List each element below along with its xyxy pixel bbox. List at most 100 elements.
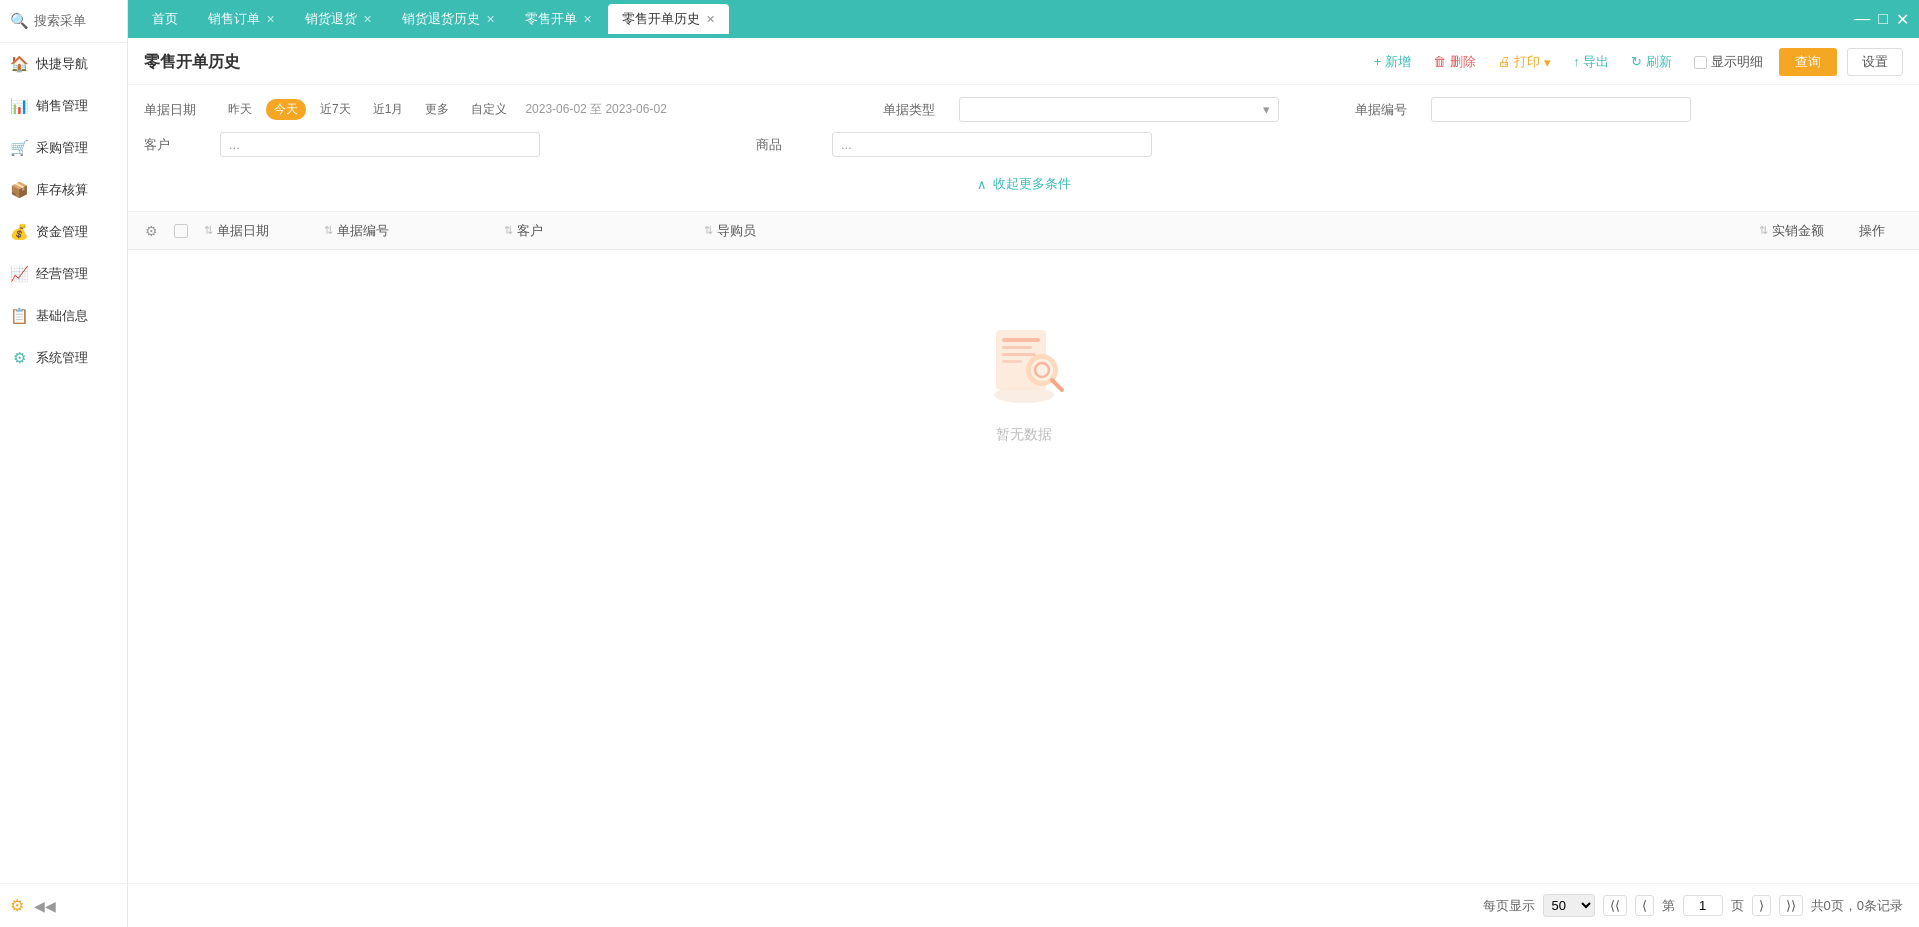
goods-input[interactable]: ...: [832, 132, 1152, 157]
tab-sales-return-history[interactable]: 销货退货历史 ✕: [388, 4, 509, 34]
th-amount[interactable]: ⇅ 实销金额: [1751, 222, 1851, 240]
page-suffix: 页: [1731, 897, 1744, 915]
pagination: 每页显示 50 10 20 100 ⟨⟨ ⟨ 第 1 页 ⟩ ⟩⟩ 共0页，0条…: [128, 883, 1919, 927]
customer-placeholder: ...: [229, 137, 240, 152]
sidebar-item-sys-mgmt[interactable]: ⚙ 系统管理: [0, 337, 127, 379]
search-menu-item[interactable]: 🔍 搜索采单: [0, 0, 127, 43]
close-button[interactable]: ✕: [1896, 10, 1909, 29]
tab-sales-return[interactable]: 销货退货 ✕: [291, 4, 386, 34]
column-settings-icon[interactable]: ⚙: [136, 223, 166, 239]
date-more[interactable]: 更多: [417, 99, 457, 120]
tab-sales-order-label: 销售订单: [208, 10, 260, 28]
collapse-up-icon: ∧: [977, 177, 987, 192]
date-yesterday[interactable]: 昨天: [220, 99, 260, 120]
page-title: 零售开单历史: [144, 52, 240, 73]
sidebar-item-purchase-mgmt[interactable]: 🛒 采购管理: [0, 127, 127, 169]
finance-icon: 💰: [10, 223, 28, 241]
doc-type-select[interactable]: ▾: [959, 97, 1279, 122]
show-detail-checkbox[interactable]: [1694, 56, 1707, 69]
svg-rect-4: [1002, 353, 1036, 356]
date-last7[interactable]: 近7天: [312, 99, 359, 120]
page-label: 第: [1662, 897, 1675, 915]
window-controls: — □ ✕: [1854, 10, 1909, 29]
print-label: 🖨 打印: [1498, 53, 1541, 71]
tab-retail-open[interactable]: 零售开单 ✕: [511, 4, 606, 34]
svg-line-8: [1052, 380, 1062, 390]
next-page-button[interactable]: ⟩: [1752, 895, 1771, 916]
empty-icon: [974, 310, 1074, 410]
collapse-sidebar-icon[interactable]: ◀◀: [34, 898, 56, 914]
tab-sales-order-close-icon[interactable]: ✕: [266, 13, 275, 26]
sidebar-item-label: 采购管理: [36, 139, 88, 157]
tab-home[interactable]: 首页: [138, 4, 192, 34]
th-num[interactable]: ⇅ 单据编号: [316, 222, 496, 240]
show-detail-button[interactable]: 显示明细: [1688, 49, 1769, 75]
print-arrow-icon: ▾: [1544, 55, 1551, 70]
delete-button[interactable]: 🗑 删除: [1427, 49, 1482, 75]
settings-gear-icon[interactable]: ⚙: [10, 896, 24, 915]
add-button[interactable]: + 新增: [1368, 49, 1417, 75]
tabs-bar: 首页 销售订单 ✕ 销货退货 ✕ 销货退货历史 ✕ 零售开单 ✕ 零售开单历史 …: [128, 0, 1919, 38]
sidebar-item-label: 基础信息: [36, 307, 88, 325]
th-guide-label: 导购员: [717, 222, 756, 240]
search-icon: 🔍: [10, 12, 28, 30]
th-customer[interactable]: ⇅ 客户: [496, 222, 696, 240]
tab-sales-return-close-icon[interactable]: ✕: [363, 13, 372, 26]
tab-retail-history[interactable]: 零售开单历史 ✕: [608, 4, 729, 34]
collapse-button[interactable]: ∧ 收起更多条件: [977, 171, 1071, 197]
query-button[interactable]: 查询: [1779, 48, 1837, 76]
tab-sales-order[interactable]: 销售订单 ✕: [194, 4, 289, 34]
refresh-button[interactable]: ↻ 刷新: [1625, 49, 1678, 75]
sidebar-item-operation[interactable]: 📈 经营管理: [0, 253, 127, 295]
sidebar-item-label: 销售管理: [36, 97, 88, 115]
tab-retail-open-label: 零售开单: [525, 10, 577, 28]
export-button[interactable]: ↑ 导出: [1567, 49, 1615, 75]
select-all-cb[interactable]: [174, 224, 188, 238]
select-all-checkbox[interactable]: [166, 224, 196, 238]
tab-sales-return-label: 销货退货: [305, 10, 357, 28]
sidebar-item-inventory[interactable]: 📦 库存核算: [0, 169, 127, 211]
sidebar-item-label: 库存核算: [36, 181, 88, 199]
table-header: ⚙ ⇅ 单据日期 ⇅ 单据编号 ⇅ 客户 ⇅ 导购员: [128, 212, 1919, 250]
empty-text: 暂无数据: [996, 426, 1052, 444]
sidebar-item-quick-nav[interactable]: 🏠 快捷导航: [0, 43, 127, 85]
customer-input[interactable]: ...: [220, 132, 540, 157]
print-button[interactable]: 🖨 打印 ▾: [1492, 49, 1558, 75]
setting-button[interactable]: 设置: [1847, 48, 1903, 76]
tab-sales-return-history-close-icon[interactable]: ✕: [486, 13, 495, 26]
th-guide[interactable]: ⇅ 导购员: [696, 222, 816, 240]
th-op: 操作: [1851, 222, 1911, 240]
tab-retail-open-close-icon[interactable]: ✕: [583, 13, 592, 26]
date-last1m[interactable]: 近1月: [365, 99, 412, 120]
doc-num-label: 单据编号: [1355, 101, 1415, 119]
toolbar: + 新增 🗑 删除 🖨 打印 ▾ ↑ 导出 ↻ 刷新 显示明细 查询 设置: [1368, 48, 1903, 76]
tab-sales-return-history-label: 销货退货历史: [402, 10, 480, 28]
maximize-button[interactable]: □: [1878, 10, 1888, 28]
date-range-display: 2023-06-02 至 2023-06-02: [525, 101, 666, 118]
th-date-label: 单据日期: [217, 222, 269, 240]
tab-retail-history-close-icon[interactable]: ✕: [706, 13, 715, 26]
prev-page-button[interactable]: ⟨: [1635, 895, 1654, 916]
search-label: 搜索采单: [34, 12, 86, 30]
date-custom[interactable]: 自定义: [463, 99, 515, 120]
page-number-input[interactable]: 1: [1683, 895, 1723, 916]
minimize-button[interactable]: —: [1854, 10, 1870, 28]
doc-type-arrow-icon: ▾: [1263, 102, 1270, 117]
svg-rect-5: [1002, 360, 1022, 363]
date-pills: 昨天 今天 近7天 近1月 更多 自定义 2023-06-02 至 2023-0…: [220, 99, 667, 120]
sidebar-item-basic-info[interactable]: 📋 基础信息: [0, 295, 127, 337]
last-page-button[interactable]: ⟩⟩: [1779, 895, 1803, 916]
goods-label: 商品: [756, 136, 816, 154]
th-date-sort-icon: ⇅: [204, 224, 213, 237]
sidebar-item-sales-mgmt[interactable]: 📊 销售管理: [0, 85, 127, 127]
sidebar-item-label: 系统管理: [36, 349, 88, 367]
sidebar-item-finance[interactable]: 💰 资金管理: [0, 211, 127, 253]
th-date[interactable]: ⇅ 单据日期: [196, 222, 316, 240]
th-num-label: 单据编号: [337, 222, 389, 240]
operation-icon: 📈: [10, 265, 28, 283]
date-today[interactable]: 今天: [266, 99, 306, 120]
sales-mgmt-icon: 📊: [10, 97, 28, 115]
first-page-button[interactable]: ⟨⟨: [1603, 895, 1627, 916]
per-page-select[interactable]: 50 10 20 100: [1543, 894, 1595, 917]
doc-num-input[interactable]: [1431, 97, 1691, 122]
